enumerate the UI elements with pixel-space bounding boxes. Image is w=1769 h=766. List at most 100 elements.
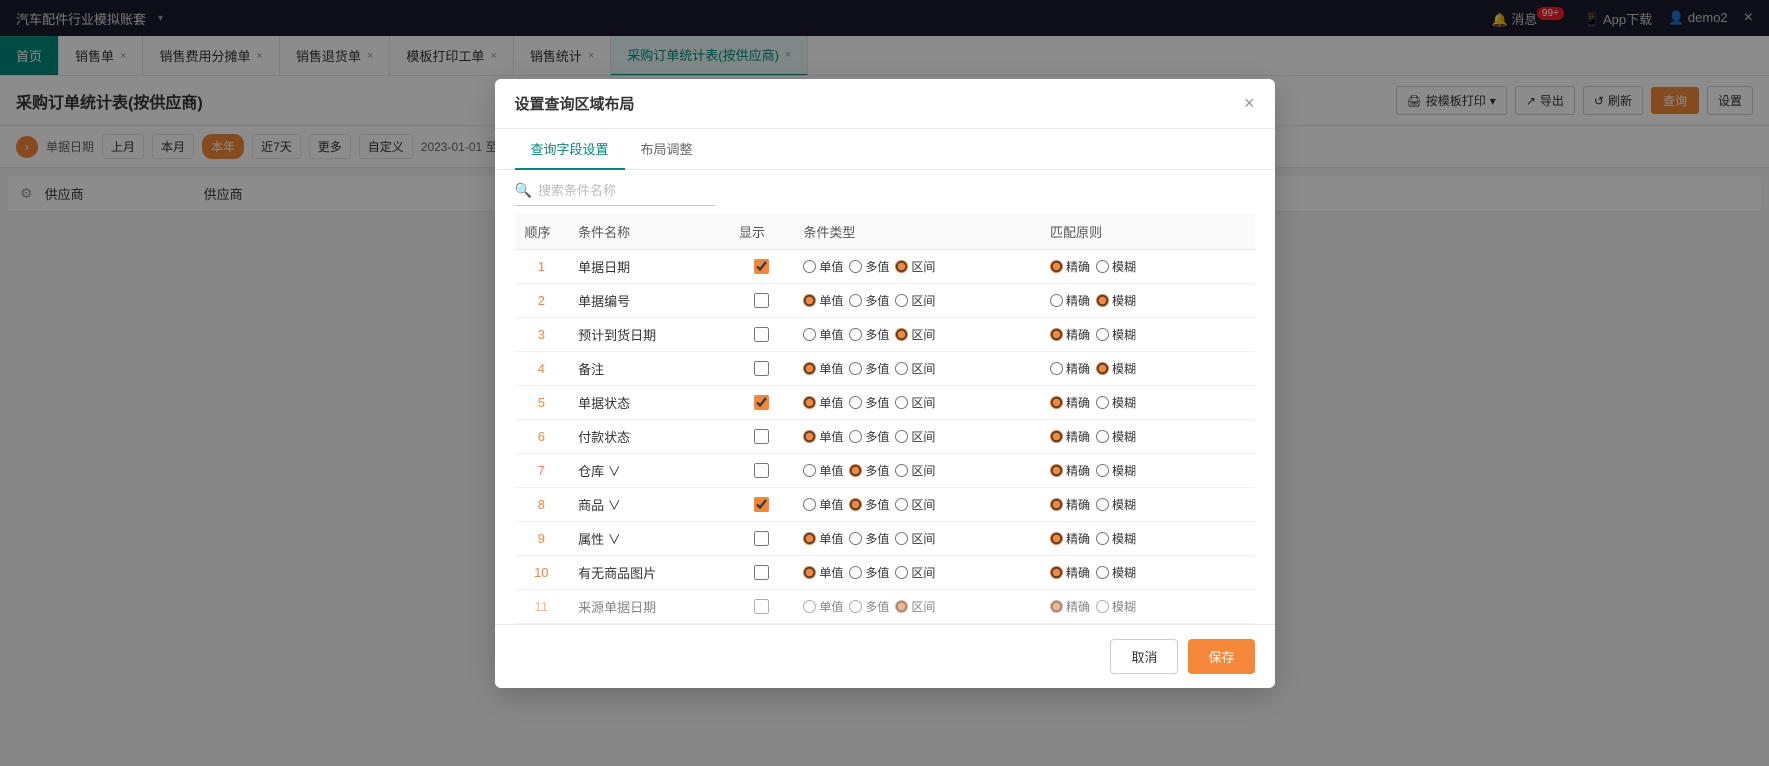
cell-name: 单据编号 <box>568 283 729 317</box>
type-option-多值[interactable]: 多值 <box>849 530 889 547</box>
table-row: 11来源单据日期单值多值区间精确模糊 <box>515 589 1255 623</box>
type-option-单值[interactable]: 单值 <box>803 530 843 547</box>
type-option-单值[interactable]: 单值 <box>803 326 843 343</box>
match-option-精确[interactable]: 精确 <box>1050 360 1090 377</box>
table-row: 6付款状态单值多值区间精确模糊 <box>515 419 1255 453</box>
type-option-单值[interactable]: 单值 <box>803 394 843 411</box>
display-checkbox[interactable] <box>754 599 769 614</box>
dialog-table-wrap: 顺序 条件名称 显示 条件类型 匹配原则 1单据日期单值多值区间精确模糊2单据编… <box>495 214 1275 624</box>
type-option-多值[interactable]: 多值 <box>849 394 889 411</box>
type-option-单值[interactable]: 单值 <box>803 360 843 377</box>
type-option-单值[interactable]: 单值 <box>803 292 843 309</box>
match-option-精确[interactable]: 精确 <box>1050 326 1090 343</box>
cell-order: 11 <box>515 589 569 623</box>
type-option-区间[interactable]: 区间 <box>895 496 935 513</box>
display-checkbox[interactable] <box>754 531 769 546</box>
dialog-tab-layout[interactable]: 布局调整 <box>625 129 709 170</box>
cell-name: 备注 <box>568 351 729 385</box>
th-display: 显示 <box>729 214 793 250</box>
cell-match: 精确模糊 <box>1040 283 1255 317</box>
save-button[interactable]: 保存 <box>1188 639 1254 674</box>
match-option-模糊[interactable]: 模糊 <box>1096 462 1136 479</box>
type-option-单值[interactable]: 单值 <box>803 598 843 615</box>
cell-name: 单据日期 <box>568 249 729 283</box>
th-order: 顺序 <box>515 214 569 250</box>
cell-type: 单值多值区间 <box>793 453 1040 487</box>
type-option-区间[interactable]: 区间 <box>895 598 935 615</box>
table-row: 5单据状态单值多值区间精确模糊 <box>515 385 1255 419</box>
dialog-tab-query-fields[interactable]: 查询字段设置 <box>515 129 625 170</box>
table-row: 3预计到货日期单值多值区间精确模糊 <box>515 317 1255 351</box>
type-option-区间[interactable]: 区间 <box>895 292 935 309</box>
cell-order: 8 <box>515 487 569 521</box>
type-option-多值[interactable]: 多值 <box>849 326 889 343</box>
display-checkbox[interactable] <box>754 395 769 410</box>
dialog-close-button[interactable]: × <box>1244 93 1255 114</box>
cell-type: 单值多值区间 <box>793 487 1040 521</box>
display-checkbox[interactable] <box>754 429 769 444</box>
display-checkbox[interactable] <box>754 565 769 580</box>
match-option-精确[interactable]: 精确 <box>1050 394 1090 411</box>
match-option-模糊[interactable]: 模糊 <box>1096 394 1136 411</box>
type-option-区间[interactable]: 区间 <box>895 326 935 343</box>
display-checkbox[interactable] <box>754 463 769 478</box>
table-row: 7仓库 ∨单值多值区间精确模糊 <box>515 453 1255 487</box>
type-option-多值[interactable]: 多值 <box>849 598 889 615</box>
match-option-精确[interactable]: 精确 <box>1050 292 1090 309</box>
type-option-多值[interactable]: 多值 <box>849 428 889 445</box>
type-option-区间[interactable]: 区间 <box>895 462 935 479</box>
type-option-单值[interactable]: 单值 <box>803 462 843 479</box>
match-option-精确[interactable]: 精确 <box>1050 598 1090 615</box>
match-option-模糊[interactable]: 模糊 <box>1096 360 1136 377</box>
cell-display <box>729 351 793 385</box>
display-checkbox[interactable] <box>754 361 769 376</box>
match-option-模糊[interactable]: 模糊 <box>1096 564 1136 581</box>
match-option-模糊[interactable]: 模糊 <box>1096 530 1136 547</box>
match-option-模糊[interactable]: 模糊 <box>1096 292 1136 309</box>
table-row: 4备注单值多值区间精确模糊 <box>515 351 1255 385</box>
match-option-精确[interactable]: 精确 <box>1050 530 1090 547</box>
match-option-精确[interactable]: 精确 <box>1050 258 1090 275</box>
match-option-模糊[interactable]: 模糊 <box>1096 428 1136 445</box>
display-checkbox[interactable] <box>754 497 769 512</box>
dialog-table: 顺序 条件名称 显示 条件类型 匹配原则 1单据日期单值多值区间精确模糊2单据编… <box>515 214 1255 624</box>
cell-type: 单值多值区间 <box>793 317 1040 351</box>
type-option-区间[interactable]: 区间 <box>895 360 935 377</box>
type-option-多值[interactable]: 多值 <box>849 292 889 309</box>
type-option-区间[interactable]: 区间 <box>895 258 935 275</box>
cell-display <box>729 385 793 419</box>
cell-order: 1 <box>515 249 569 283</box>
display-checkbox[interactable] <box>754 293 769 308</box>
type-option-多值[interactable]: 多值 <box>849 258 889 275</box>
search-input[interactable] <box>538 183 698 198</box>
order-num: 10 <box>534 565 548 580</box>
cancel-button[interactable]: 取消 <box>1110 639 1178 674</box>
cell-match: 精确模糊 <box>1040 351 1255 385</box>
type-option-单值[interactable]: 单值 <box>803 496 843 513</box>
type-option-区间[interactable]: 区间 <box>895 564 935 581</box>
type-option-多值[interactable]: 多值 <box>849 462 889 479</box>
match-option-精确[interactable]: 精确 <box>1050 564 1090 581</box>
match-option-精确[interactable]: 精确 <box>1050 462 1090 479</box>
type-option-多值[interactable]: 多值 <box>849 496 889 513</box>
match-option-模糊[interactable]: 模糊 <box>1096 496 1136 513</box>
display-checkbox[interactable] <box>754 327 769 342</box>
type-option-单值[interactable]: 单值 <box>803 258 843 275</box>
display-checkbox[interactable] <box>754 259 769 274</box>
table-row: 1单据日期 单值多值区间 精确模糊 <box>515 249 1255 283</box>
match-option-模糊[interactable]: 模糊 <box>1096 598 1136 615</box>
type-option-多值[interactable]: 多值 <box>849 360 889 377</box>
cell-type: 单值多值区间 <box>793 555 1040 589</box>
type-option-多值[interactable]: 多值 <box>849 564 889 581</box>
match-option-模糊[interactable]: 模糊 <box>1096 326 1136 343</box>
type-option-单值[interactable]: 单值 <box>803 564 843 581</box>
match-option-模糊[interactable]: 模糊 <box>1096 258 1136 275</box>
type-option-区间[interactable]: 区间 <box>895 394 935 411</box>
match-option-精确[interactable]: 精确 <box>1050 428 1090 445</box>
dialog-header: 设置查询区域布局 × <box>495 79 1275 129</box>
type-option-区间[interactable]: 区间 <box>895 428 935 445</box>
cell-match: 精确模糊 <box>1040 487 1255 521</box>
type-option-区间[interactable]: 区间 <box>895 530 935 547</box>
match-option-精确[interactable]: 精确 <box>1050 496 1090 513</box>
type-option-单值[interactable]: 单值 <box>803 428 843 445</box>
